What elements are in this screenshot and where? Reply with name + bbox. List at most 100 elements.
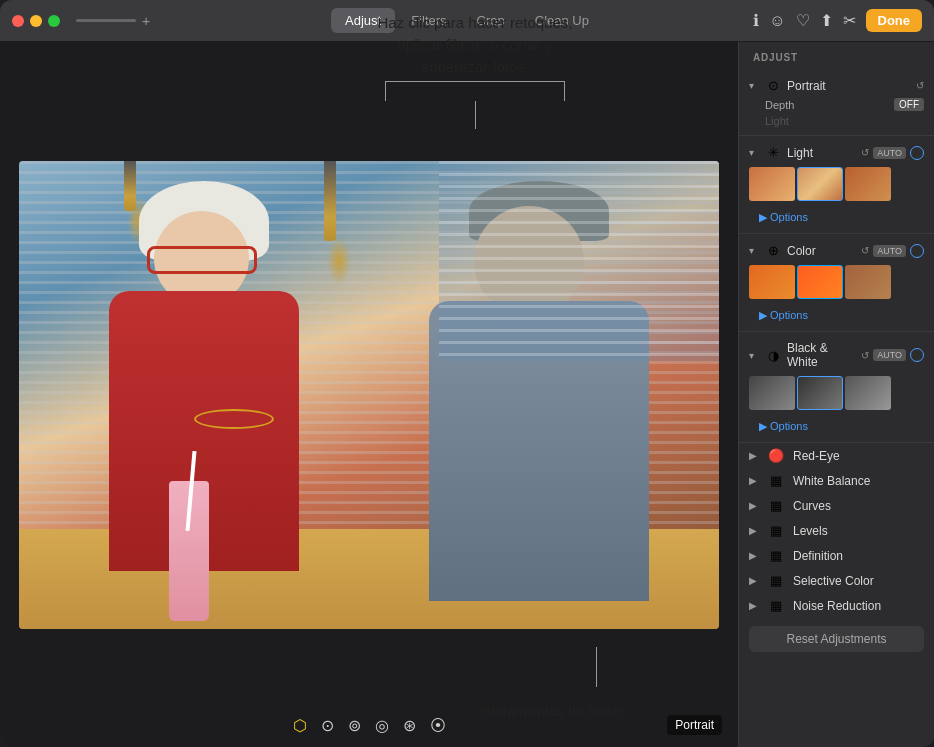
light-actions: ↺ AUTO [861,146,924,160]
auto-color-badge[interactable]: AUTO [873,245,906,257]
tool-4-icon[interactable]: ⊛ [403,716,416,735]
light-thumbnails [739,163,934,205]
light-thumb-2[interactable] [797,167,843,201]
woman-glasses [147,246,257,274]
light-icon: ✳ [765,145,781,160]
bw-thumb-1[interactable] [749,376,795,410]
selective-color-icon: ▦ [767,573,785,588]
minimize-button[interactable] [30,15,42,27]
light-options-label: ▶ Options [759,211,808,223]
color-label: Color [787,244,855,258]
list-item-curves[interactable]: ▶ ▦ Curves [739,493,934,518]
bw-options-row[interactable]: ▶ Options [739,414,934,436]
fullscreen-button[interactable] [48,15,60,27]
bw-thumb-2[interactable] [797,376,843,410]
window-blinds [439,161,719,361]
toggle-color-button[interactable] [910,244,924,258]
tab-adjust[interactable]: Adjust [331,8,395,33]
tool-5-icon[interactable]: ⦿ [430,717,446,735]
tool-2-icon[interactable]: ⊚ [348,716,361,735]
light-options-row[interactable]: ▶ Options [739,205,934,227]
list-item-noise-reduction[interactable]: ▶ ▦ Noise Reduction [739,593,934,618]
list-item-red-eye[interactable]: ▶ 🔴 Red-Eye [739,443,934,468]
color-icon: ⊕ [765,243,781,258]
portrait-label: Portrait [787,79,910,93]
list-item-white-balance[interactable]: ▶ ▦ White Balance [739,468,934,493]
portrait-badge[interactable]: Portrait [667,715,722,735]
woman-figure [79,181,339,621]
light-thumb-1[interactable] [749,167,795,201]
tool-1-icon[interactable]: ⊙ [321,716,334,735]
depth-row: Depth OFF [739,96,934,113]
undo-color-icon[interactable]: ↺ [861,245,869,256]
chevron-portrait-icon: ▾ [749,80,759,91]
list-item-definition[interactable]: ▶ ▦ Definition [739,543,934,568]
levels-icon: ▦ [767,523,785,538]
section-portrait: ▾ ⊙ Portrait ↺ Depth OFF Light [739,69,934,136]
section-light-header[interactable]: ▾ ✳ Light ↺ AUTO [739,142,934,163]
depth-value: OFF [894,98,924,111]
color-thumb-2[interactable] [797,265,843,299]
close-button[interactable] [12,15,24,27]
right-panel: ADJUST ▾ ⊙ Portrait ↺ Depth OFF Light [738,42,934,747]
white-balance-label: White Balance [793,474,924,488]
tab-filters[interactable]: Filters [397,8,460,33]
face-icon[interactable]: ☺ [769,12,785,30]
share-icon[interactable]: ⬆ [820,11,833,30]
section-portrait-header[interactable]: ▾ ⊙ Portrait ↺ [739,75,934,96]
photo-container [19,161,719,629]
section-color: ▾ ⊕ Color ↺ AUTO [739,234,934,332]
definition-label: Definition [793,549,924,563]
app-window: + Adjust Filters Crop Clean Up ℹ ☺ ♡ ⬆ ✂… [0,0,934,747]
color-options-label: ▶ Options [759,309,808,321]
portrait-icon: ⊙ [765,78,781,93]
color-thumb-1[interactable] [749,265,795,299]
zoom-slider[interactable]: + [76,13,150,29]
undo-bw-icon[interactable]: ↺ [861,350,869,361]
tab-cleanup[interactable]: Clean Up [521,8,603,33]
more-icon[interactable]: ✂ [843,11,856,30]
noise-reduction-label: Noise Reduction [793,599,924,613]
info-icon[interactable]: ℹ [753,11,759,30]
section-bw-header[interactable]: ▾ ◑ Black & White ↺ AUTO [739,338,934,372]
light-thumb-3[interactable] [845,167,891,201]
levels-label: Levels [793,524,924,538]
color-thumb-3[interactable] [845,265,891,299]
bottom-toolbar: ⬡ ⊙ ⊚ ◎ ⊛ ⦿ [293,716,446,735]
panel-scroll[interactable]: ▾ ⊙ Portrait ↺ Depth OFF Light ▾ ✳ [739,69,934,747]
chevron-curves-icon: ▶ [749,500,759,511]
toggle-light-button[interactable] [910,146,924,160]
lamp-center [324,161,336,241]
done-button[interactable]: Done [866,9,923,32]
tool-3-icon[interactable]: ◎ [375,716,389,735]
main-content: ⬡ ⊙ ⊚ ◎ ⊛ ⦿ Portrait ADJUST ▾ ⊙ Portrait [0,42,934,747]
section-color-header[interactable]: ▾ ⊕ Color ↺ AUTO [739,240,934,261]
bw-thumb-3[interactable] [845,376,891,410]
color-options-row[interactable]: ▶ Options [739,303,934,325]
list-item-levels[interactable]: ▶ ▦ Levels [739,518,934,543]
definition-icon: ▦ [767,548,785,563]
chevron-selective-color-icon: ▶ [749,575,759,586]
tab-bar: Adjust Filters Crop Clean Up [331,8,603,33]
heart-icon[interactable]: ♡ [796,11,810,30]
undo-portrait-icon[interactable]: ↺ [916,80,924,91]
tab-crop[interactable]: Crop [463,8,519,33]
chevron-red-eye-icon: ▶ [749,450,759,461]
tool-portrait-icon[interactable]: ⬡ [293,716,307,735]
toggle-bw-button[interactable] [910,348,924,362]
section-bw: ▾ ◑ Black & White ↺ AUTO [739,332,934,443]
traffic-lights [12,15,60,27]
auto-bw-badge[interactable]: AUTO [873,349,906,361]
list-item-selective-color[interactable]: ▶ ▦ Selective Color [739,568,934,593]
noise-reduction-icon: ▦ [767,598,785,613]
curves-label: Curves [793,499,924,513]
color-actions: ↺ AUTO [861,244,924,258]
selective-color-label: Selective Color [793,574,924,588]
reset-adjustments-button[interactable]: Reset Adjustments [749,626,924,652]
undo-light-icon[interactable]: ↺ [861,147,869,158]
bw-options-label: ▶ Options [759,420,808,432]
chevron-definition-icon: ▶ [749,550,759,561]
auto-light-badge[interactable]: AUTO [873,147,906,159]
photo-area: ⬡ ⊙ ⊚ ◎ ⊛ ⦿ Portrait [0,42,738,747]
red-eye-icon: 🔴 [767,448,785,463]
